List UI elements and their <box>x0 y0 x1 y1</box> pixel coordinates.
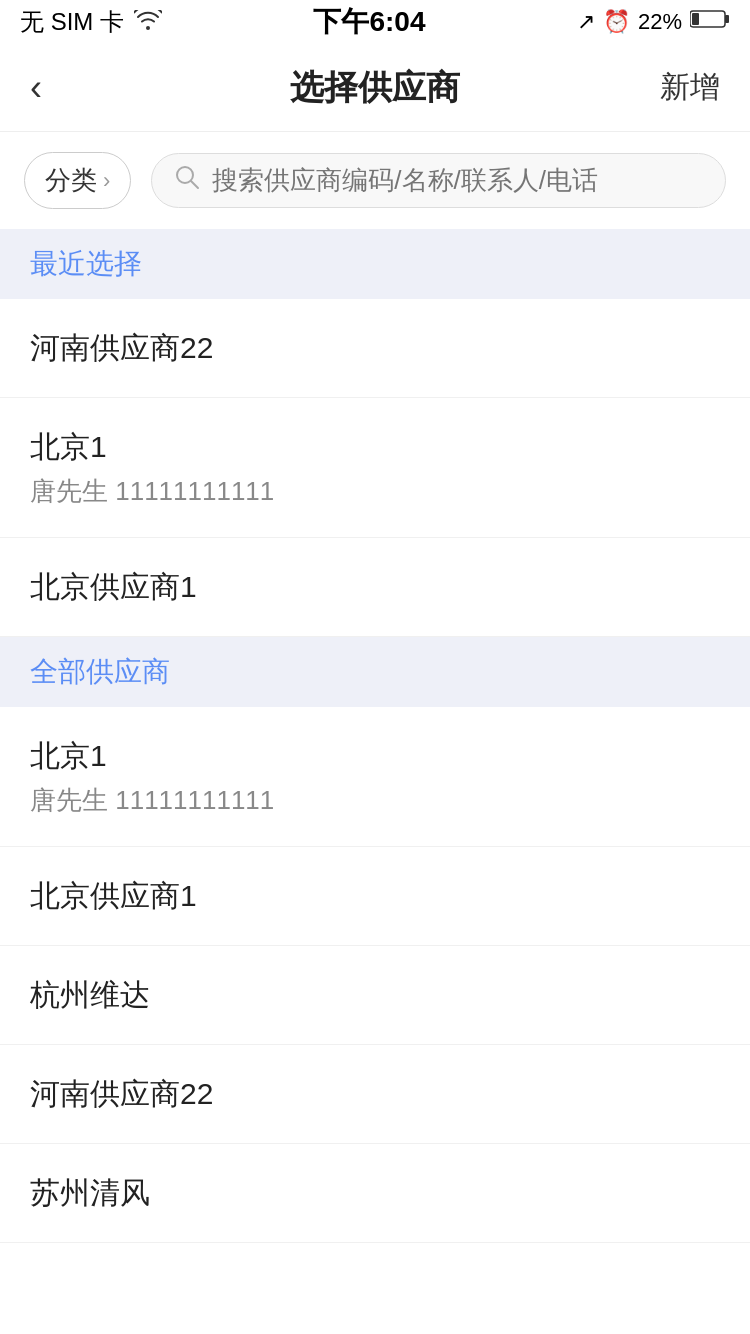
list-item[interactable]: 苏州清风 <box>0 1144 750 1243</box>
item-sub: 唐先生 11111111111 <box>30 783 720 818</box>
recent-list: 河南供应商22 北京1 唐先生 11111111111 北京供应商1 <box>0 299 750 637</box>
all-list: 北京1 唐先生 11111111111 北京供应商1 杭州维达河南供应商22 苏州清风 <box>0 707 750 1243</box>
item-sub: 唐先生 11111111111 <box>30 474 720 509</box>
all-section-label: 全部供应商 <box>30 656 170 687</box>
item-name: 北京供应商1 <box>30 566 720 608</box>
search-icon <box>174 164 200 197</box>
wifi-icon <box>134 8 162 36</box>
status-bar: 无 SIM 卡 下午6:04 ↗ ⏰ 22% <box>0 0 750 44</box>
battery-text: 22% <box>638 9 682 35</box>
alarm-icon: ⏰ <box>603 9 630 35</box>
item-name: 苏州清风 <box>30 1172 720 1214</box>
category-label: 分类 <box>45 163 97 198</box>
back-button[interactable]: ‹ <box>30 67 90 109</box>
list-item[interactable]: 北京1 唐先生 11111111111 <box>0 398 750 538</box>
item-name: 北京1 <box>30 426 720 468</box>
svg-line-4 <box>191 181 198 188</box>
status-left: 无 SIM 卡 <box>20 6 162 38</box>
search-bar[interactable] <box>151 153 726 208</box>
list-item[interactable]: 河南供应商22 <box>0 299 750 398</box>
all-section-header: 全部供应商 <box>0 637 750 707</box>
filter-bar: 分类 › <box>0 132 750 229</box>
list-item[interactable]: 北京1 唐先生 11111111111 <box>0 707 750 847</box>
recent-section-header: 最近选择 <box>0 229 750 299</box>
sim-text: 无 SIM 卡 <box>20 6 124 38</box>
status-time: 下午6:04 <box>313 3 425 41</box>
chevron-right-icon: › <box>103 168 110 194</box>
item-name: 杭州维达 <box>30 974 720 1016</box>
recent-section-label: 最近选择 <box>30 248 142 279</box>
item-name: 河南供应商22 <box>30 1073 720 1115</box>
location-icon: ↗ <box>577 9 595 35</box>
list-item[interactable]: 河南供应商22 <box>0 1045 750 1144</box>
svg-rect-1 <box>725 15 729 23</box>
add-button[interactable]: 新增 <box>660 67 720 108</box>
battery-icon <box>690 9 730 35</box>
status-right: ↗ ⏰ 22% <box>577 9 730 35</box>
svg-rect-2 <box>692 13 699 25</box>
item-name: 北京1 <box>30 735 720 777</box>
list-item[interactable]: 北京供应商1 <box>0 847 750 946</box>
nav-bar: ‹ 选择供应商 新增 <box>0 44 750 132</box>
page-title: 选择供应商 <box>290 65 460 111</box>
category-button[interactable]: 分类 › <box>24 152 131 209</box>
list-item[interactable]: 北京供应商1 <box>0 538 750 637</box>
item-name: 河南供应商22 <box>30 327 720 369</box>
list-item[interactable]: 杭州维达 <box>0 946 750 1045</box>
search-input[interactable] <box>212 165 703 196</box>
item-name: 北京供应商1 <box>30 875 720 917</box>
